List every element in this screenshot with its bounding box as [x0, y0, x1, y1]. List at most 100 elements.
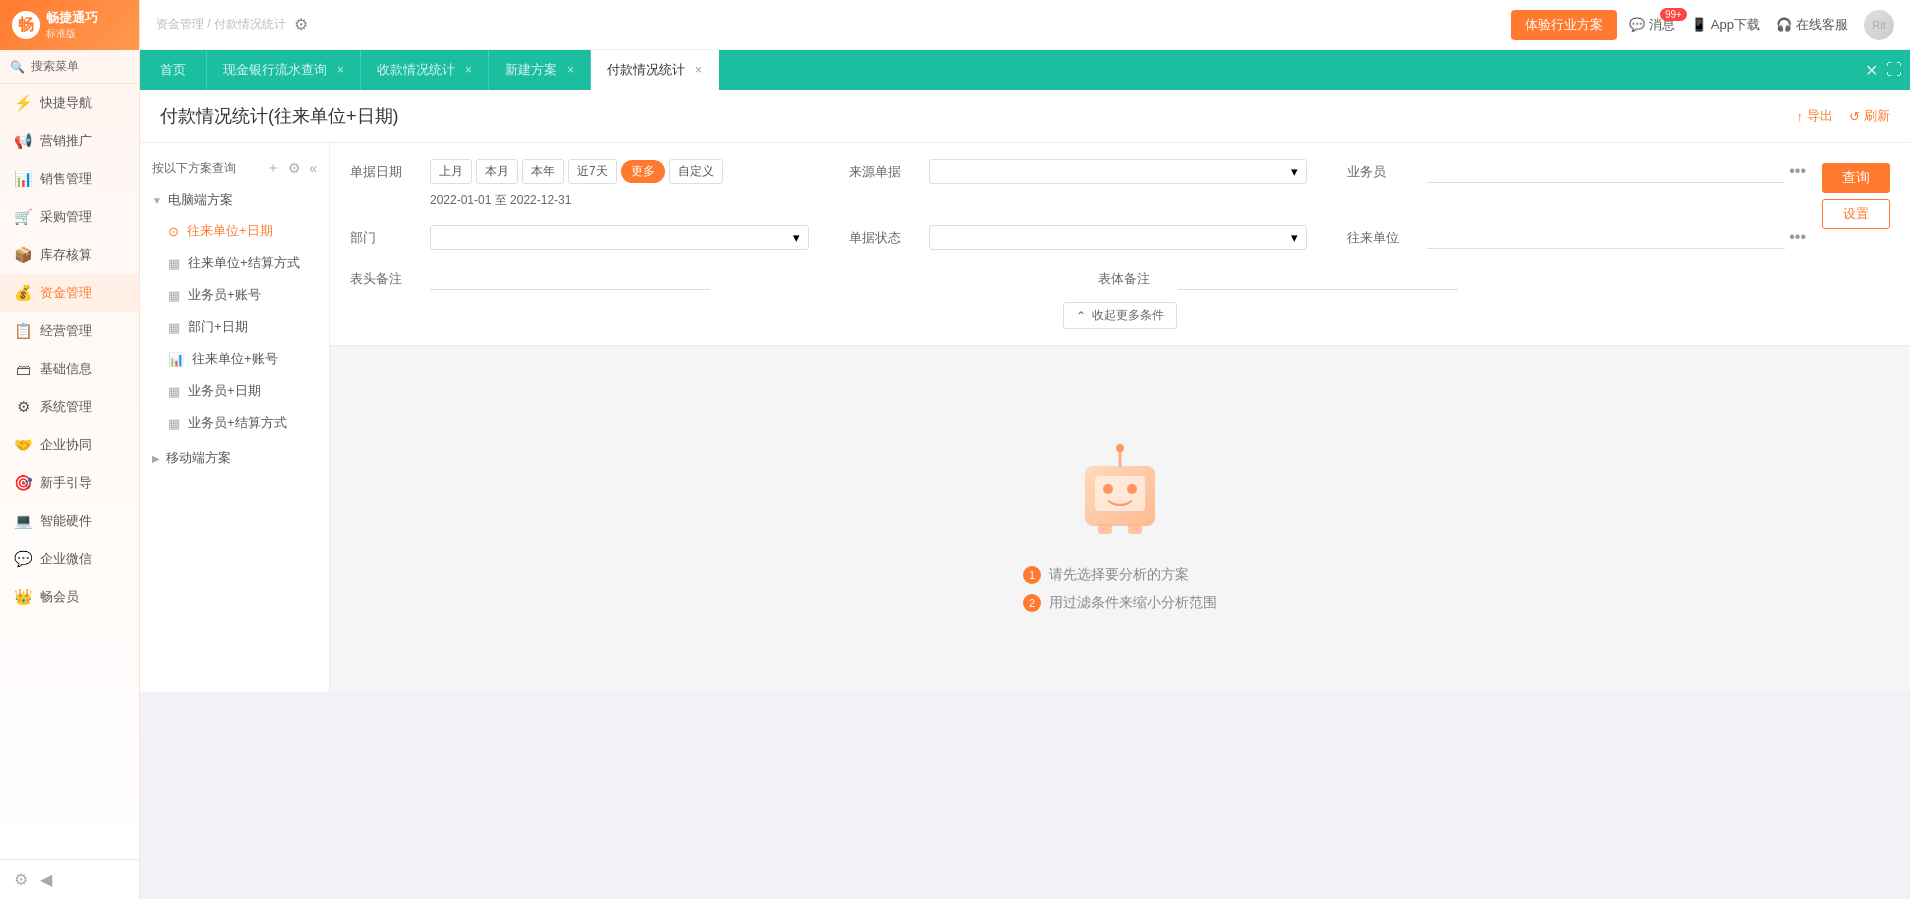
sidebar-item-member[interactable]: 👑 畅会员	[0, 578, 139, 616]
app-download-button[interactable]: 📱 App下载	[1691, 16, 1760, 34]
tab-payments-close[interactable]: ×	[695, 63, 702, 77]
hardware-icon: 💻	[14, 512, 32, 530]
sidebar-item-enterprise[interactable]: 🤝 企业协同	[0, 426, 139, 464]
source-doc-label: 来源单据	[849, 159, 909, 181]
filter-fields: 单据日期 上月 本月 本年 近7天 更多	[350, 159, 1806, 290]
sidebar-item-basic[interactable]: 🗃 基础信息	[0, 350, 139, 388]
query-set-group: 查询 设置	[1822, 163, 1890, 229]
empty-hint-2: 2 用过滤条件来缩小分析范围	[1023, 594, 1217, 612]
filter-section: 单据日期 上月 本月 本年 近7天 更多	[330, 143, 1910, 346]
mobile-plans-header[interactable]: ▶ 移动端方案	[140, 443, 329, 473]
sidebar-item-sales[interactable]: 📊 销售管理	[0, 160, 139, 198]
tab-cashflow[interactable]: 现金银行流水查询 ×	[207, 50, 361, 90]
header-note-field	[430, 266, 1058, 290]
desktop-plans-header[interactable]: ▼ 电脑端方案	[140, 185, 329, 215]
plan-item-dept-date[interactable]: ▦ 部门+日期	[140, 311, 329, 343]
right-content: 单据日期 上月 本月 本年 近7天 更多	[330, 143, 1910, 692]
plan-item-staff-settlement[interactable]: ▦ 业务员+结算方式	[140, 407, 329, 439]
sidebar-item-wechat[interactable]: 💬 企业微信	[0, 540, 139, 578]
doc-status-select[interactable]: ▾	[929, 225, 1308, 250]
counterparty-input[interactable]	[1427, 225, 1785, 249]
date-this-month[interactable]: 本月	[476, 159, 518, 184]
search-menu[interactable]: 🔍 搜索菜单	[0, 50, 139, 84]
date-buttons-row: 上月 本月 本年 近7天 更多 自定义	[430, 159, 723, 184]
plan-icon-5: ▦	[168, 384, 180, 399]
plan-settings-icon[interactable]: ⚙	[288, 160, 301, 176]
tab-payments[interactable]: 付款情况统计 ×	[591, 50, 719, 90]
collapse-button[interactable]: ⌃ 收起更多条件	[1063, 302, 1177, 329]
sidebar-item-inventory[interactable]: 📦 库存核算	[0, 236, 139, 274]
tab-new-plan[interactable]: 新建方案 ×	[489, 50, 591, 90]
logo-text: 畅捷通巧 标准版	[46, 9, 98, 41]
query-button[interactable]: 查询	[1822, 163, 1890, 193]
sidebar-item-quick-nav[interactable]: ⚡ 快捷导航	[0, 84, 139, 122]
plan-item-staff-date[interactable]: ▦ 业务员+日期	[140, 375, 329, 407]
tab-new-plan-close[interactable]: ×	[567, 63, 574, 77]
messages-button[interactable]: 💬 消息 99+	[1629, 16, 1675, 34]
trial-button[interactable]: 体验行业方案	[1511, 10, 1617, 40]
date-7days[interactable]: 近7天	[568, 159, 617, 184]
add-plan-icon[interactable]: ＋	[266, 159, 280, 177]
export-button[interactable]: ↑ 导出	[1797, 107, 1834, 125]
settings-button[interactable]: 设置	[1822, 199, 1890, 229]
messages-badge: 99+	[1660, 8, 1687, 21]
online-service-button[interactable]: 🎧 在线客服	[1776, 16, 1848, 34]
header-actions: 体验行业方案	[1511, 10, 1617, 40]
enterprise-icon: 🤝	[14, 436, 32, 454]
sidebar-nav: ⚡ 快捷导航 📢 营销推广 📊 销售管理 🛒 采购管理 📦 库存核算 💰 资金管…	[0, 84, 139, 859]
purchase-icon: 🛒	[14, 208, 32, 226]
tab-home[interactable]: 首页	[140, 50, 207, 90]
plan-item-unit-date[interactable]: ⊙ 往来单位+日期	[140, 215, 329, 247]
left-plan-panel: 按以下方案查询 ＋ ⚙ « ▼ 电脑端方案 ⊙ 往来单位+日期	[140, 143, 330, 692]
date-this-year[interactable]: 本年	[522, 159, 564, 184]
empty-hint-1: 1 请先选择要分析的方案	[1023, 566, 1189, 584]
sidebar-item-purchase[interactable]: 🛒 采购管理	[0, 198, 139, 236]
close-all-tabs-icon[interactable]: ✕	[1865, 61, 1878, 80]
expand-icon[interactable]: ⛶	[1886, 61, 1902, 79]
salesman-dots[interactable]: •••	[1789, 162, 1806, 180]
collapse-panel-icon[interactable]: «	[309, 160, 317, 176]
header-note-input[interactable]	[430, 266, 710, 290]
date-filter-content: 上月 本月 本年 近7天 更多 自定义 2022-01-01 至 2022-12…	[430, 159, 809, 209]
dept-chevron: ▾	[793, 230, 800, 245]
header-note-label: 表头备注	[350, 266, 410, 288]
source-doc-field: ▾	[929, 159, 1308, 184]
svg-rect-6	[1098, 524, 1112, 534]
sidebar-item-operation[interactable]: 📋 经营管理	[0, 312, 139, 350]
salesman-input[interactable]	[1427, 159, 1785, 183]
plan-item-unit-settlement[interactable]: ▦ 往来单位+结算方式	[140, 247, 329, 279]
sidebar: 畅 畅捷通巧 标准版 🔍 搜索菜单 ⚡ 快捷导航 📢 营销推广 📊 销售管理 🛒…	[0, 0, 140, 899]
settings-footer-icon[interactable]: ⚙	[14, 870, 28, 889]
plan-icon-1: ▦	[168, 256, 180, 271]
sidebar-item-finance[interactable]: 💰 资金管理	[0, 274, 139, 312]
wechat-icon: 💬	[14, 550, 32, 568]
sidebar-item-marketing[interactable]: 📢 营销推广	[0, 122, 139, 160]
date-last-month[interactable]: 上月	[430, 159, 472, 184]
mobile-plans-group: ▶ 移动端方案	[140, 443, 329, 473]
sidebar-item-hardware[interactable]: 💻 智能硬件	[0, 502, 139, 540]
plan-item-unit-account[interactable]: 📊 往来单位+账号	[140, 343, 329, 375]
plan-item-staff-account[interactable]: ▦ 业务员+账号	[140, 279, 329, 311]
counterparty-dots[interactable]: •••	[1789, 228, 1806, 246]
inventory-icon: 📦	[14, 246, 32, 264]
tab-receipts-close[interactable]: ×	[465, 63, 472, 77]
sidebar-item-guide[interactable]: 🎯 新手引导	[0, 464, 139, 502]
counterparty-field: •••	[1427, 225, 1806, 249]
sidebar-item-system[interactable]: ⚙ 系统管理	[0, 388, 139, 426]
dept-label: 部门	[350, 225, 410, 247]
tab-cashflow-close[interactable]: ×	[337, 63, 344, 77]
user-avatar[interactable]: Rit	[1864, 10, 1894, 40]
settings-icon[interactable]: ⚙	[294, 15, 308, 34]
tab-receipts[interactable]: 收款情况统计 ×	[361, 50, 489, 90]
empty-icon	[1060, 426, 1180, 546]
collapse-sidebar-icon[interactable]: ◀	[40, 870, 52, 889]
source-doc-select[interactable]: ▾	[929, 159, 1308, 184]
date-more[interactable]: 更多	[621, 160, 665, 183]
collapse-icon: ⌃	[1076, 309, 1086, 323]
refresh-button[interactable]: ↺ 刷新	[1849, 107, 1890, 125]
date-custom[interactable]: 自定义	[669, 159, 723, 184]
body-note-input[interactable]	[1178, 266, 1458, 290]
mobile-group-arrow: ▶	[152, 453, 160, 464]
dept-select[interactable]: ▾	[430, 225, 809, 250]
page-content: 付款情况统计(往来单位+日期) ↑ 导出 ↺ 刷新 按以下方案查询	[140, 90, 1910, 899]
